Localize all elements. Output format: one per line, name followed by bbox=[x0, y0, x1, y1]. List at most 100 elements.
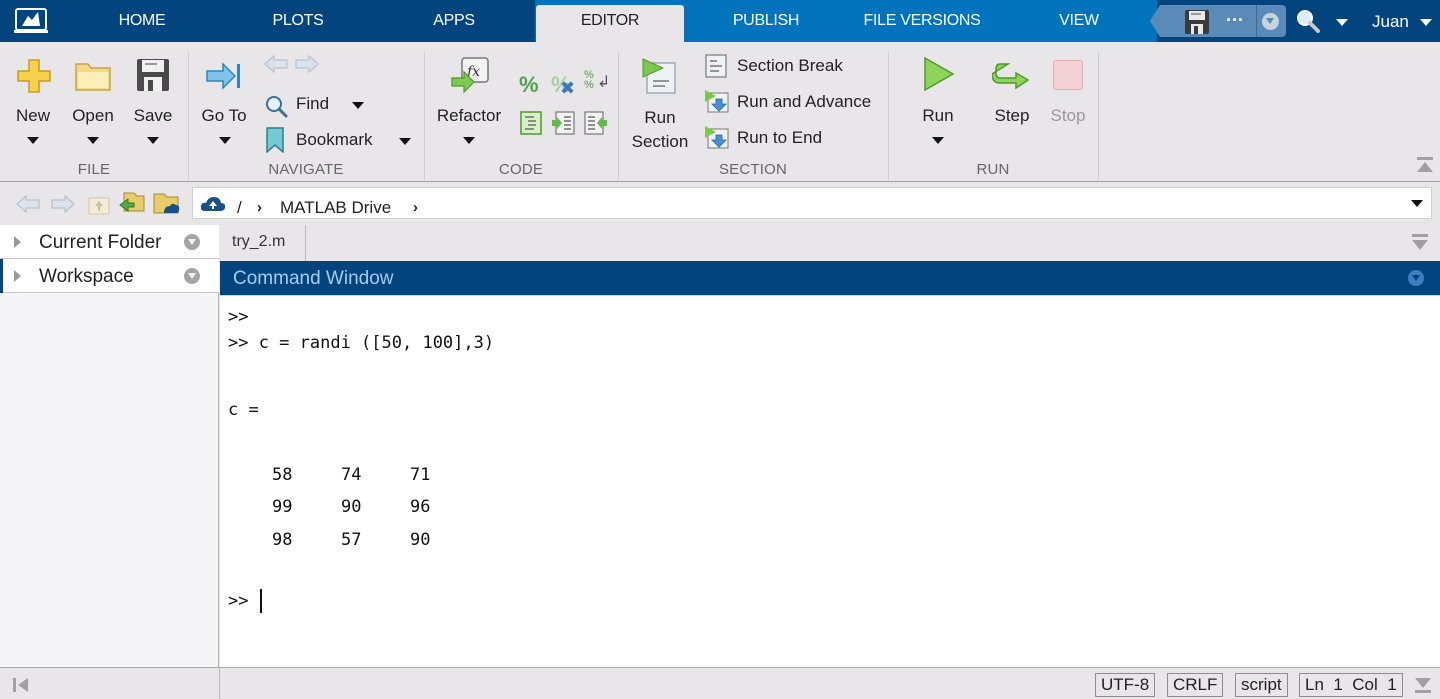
smart-indent-icon[interactable] bbox=[520, 111, 542, 135]
step-icon[interactable] bbox=[992, 60, 1030, 90]
refactor-fx-icon[interactable]: fx bbox=[450, 56, 490, 94]
refactor-button[interactable]: Refactor bbox=[434, 106, 504, 126]
matlab-logo-icon[interactable] bbox=[14, 8, 48, 34]
prompt-line: >> bbox=[228, 307, 249, 327]
run-section-button[interactable]: Run Section bbox=[628, 106, 692, 154]
up-one-level-icon[interactable] bbox=[87, 194, 111, 216]
section-break-icon[interactable] bbox=[705, 54, 727, 78]
tab-editor[interactable]: EDITOR bbox=[536, 5, 684, 42]
editor-tab-try-2[interactable]: try_2.m bbox=[220, 225, 306, 261]
comment-icon[interactable]: % bbox=[519, 72, 539, 98]
matlab-drive-folder-icon[interactable] bbox=[152, 191, 180, 217]
go-to-dropdown-icon[interactable] bbox=[219, 137, 231, 144]
new-button[interactable]: New bbox=[12, 106, 54, 126]
user-menu[interactable]: Juan bbox=[1372, 12, 1409, 32]
go-to-button[interactable]: Go To bbox=[196, 106, 252, 126]
run-section-label-2: Section bbox=[631, 132, 689, 151]
tab-apps[interactable]: APPS bbox=[404, 0, 504, 42]
output-variable-header: c = bbox=[228, 400, 259, 420]
run-dropdown-icon[interactable] bbox=[932, 137, 944, 144]
section-group-label: SECTION bbox=[718, 161, 788, 178]
path-segment-matlab-drive[interactable]: MATLAB Drive bbox=[280, 198, 391, 218]
save-dropdown-icon[interactable] bbox=[147, 137, 159, 144]
command-line: >> c = randi ([50, 100],3) bbox=[228, 333, 495, 353]
tab-plots[interactable]: PLOTS bbox=[248, 0, 348, 42]
section-break-button[interactable]: Section Break bbox=[737, 56, 843, 76]
matrix-cell: 98 bbox=[272, 530, 293, 550]
command-window[interactable]: >> >> c = randi ([50, 100],3) c = 58 74 … bbox=[220, 295, 1440, 667]
bookmark-dropdown-icon[interactable] bbox=[399, 138, 411, 145]
current-folder-path[interactable]: / › MATLAB Drive › bbox=[192, 187, 1432, 219]
forward-arrow-icon[interactable] bbox=[294, 54, 320, 74]
matrix-cell: 90 bbox=[341, 497, 362, 517]
run-to-end-icon[interactable] bbox=[704, 125, 730, 149]
search-dropdown-icon[interactable] bbox=[1336, 19, 1348, 26]
run-play-icon[interactable] bbox=[923, 56, 955, 92]
file-type-indicator[interactable]: script bbox=[1235, 673, 1288, 697]
path-root[interactable]: / bbox=[237, 198, 242, 218]
matrix-cell: 58 bbox=[272, 465, 293, 485]
command-window-options-icon[interactable] bbox=[1408, 270, 1424, 286]
path-history-dropdown-icon[interactable] bbox=[1411, 200, 1423, 207]
tab-menu-icon[interactable] bbox=[1411, 232, 1429, 252]
matrix-cell: 74 bbox=[341, 465, 362, 485]
go-to-icon[interactable] bbox=[205, 62, 243, 90]
save-button[interactable]: Save bbox=[130, 106, 176, 126]
run-and-advance-button[interactable]: Run and Advance bbox=[737, 92, 871, 112]
open-dropdown-icon[interactable] bbox=[87, 137, 99, 144]
step-button[interactable]: Step bbox=[990, 106, 1034, 126]
sidebar-item-workspace[interactable]: Workspace bbox=[0, 259, 219, 293]
collapse-toolstrip-icon[interactable] bbox=[1415, 156, 1435, 174]
folder-forward-icon[interactable] bbox=[50, 194, 76, 214]
new-dropdown-icon[interactable] bbox=[27, 137, 39, 144]
tab-home[interactable]: HOME bbox=[92, 0, 192, 42]
quick-access-options-icon[interactable] bbox=[1262, 13, 1279, 30]
bookmark-button[interactable]: Bookmark bbox=[296, 130, 373, 150]
run-section-label-1: Run bbox=[644, 108, 676, 127]
new-plus-icon[interactable] bbox=[16, 58, 52, 94]
find-button[interactable]: Find bbox=[296, 94, 329, 114]
save-floppy-icon[interactable] bbox=[136, 58, 170, 92]
folder-back-icon[interactable] bbox=[15, 194, 41, 214]
toolstrip-tabs: HOME PLOTS APPS EDITOR PUBLISH FILE VERS… bbox=[0, 0, 1440, 42]
editor-ribbon: New Open Save FILE Go To Find Bookmark N… bbox=[0, 42, 1440, 182]
active-prompt: >> bbox=[228, 591, 249, 611]
decrease-indent-icon[interactable] bbox=[584, 111, 608, 135]
more-actions-icon[interactable]: ··· bbox=[1226, 10, 1244, 31]
wrap-comments-icon[interactable]: %% ↲ bbox=[584, 70, 610, 96]
panel-options-icon[interactable] bbox=[184, 234, 200, 250]
matrix-cell: 96 bbox=[410, 497, 431, 517]
line-ending-indicator[interactable]: CRLF bbox=[1167, 673, 1224, 697]
command-window-header: Command Window bbox=[220, 261, 1440, 295]
expand-status-icon[interactable] bbox=[1414, 676, 1432, 694]
matrix-cell: 99 bbox=[272, 497, 293, 517]
bookmark-icon[interactable] bbox=[265, 127, 285, 153]
collapse-sidebar-icon[interactable] bbox=[12, 676, 30, 694]
save-icon[interactable] bbox=[1184, 9, 1210, 35]
find-dropdown-icon[interactable] bbox=[352, 102, 364, 109]
path-separator-icon[interactable]: › bbox=[413, 199, 418, 216]
run-section-icon[interactable] bbox=[641, 57, 677, 95]
uncomment-icon[interactable]: % ✖ bbox=[551, 72, 577, 98]
expand-icon bbox=[14, 236, 21, 248]
user-dropdown-icon[interactable] bbox=[1420, 19, 1432, 26]
refactor-dropdown-icon[interactable] bbox=[463, 137, 475, 144]
encoding-indicator[interactable]: UTF-8 bbox=[1095, 673, 1156, 697]
tab-file-versions[interactable]: FILE VERSIONS bbox=[852, 0, 992, 42]
tab-publish[interactable]: PUBLISH bbox=[716, 0, 816, 42]
sidebar-item-current-folder[interactable]: Current Folder bbox=[0, 225, 219, 259]
back-arrow-icon[interactable] bbox=[263, 54, 289, 74]
open-button[interactable]: Open bbox=[68, 106, 118, 126]
run-to-end-button[interactable]: Run to End bbox=[737, 128, 822, 148]
browse-folder-icon[interactable] bbox=[118, 191, 146, 217]
panel-options-icon[interactable] bbox=[184, 268, 200, 284]
tab-view[interactable]: VIEW bbox=[1040, 0, 1118, 42]
left-sidebar: Current Folder Workspace bbox=[0, 225, 219, 667]
code-group-label: CODE bbox=[498, 161, 544, 178]
find-magnifier-icon[interactable] bbox=[264, 94, 288, 118]
run-button[interactable]: Run bbox=[916, 106, 960, 126]
open-folder-icon[interactable] bbox=[74, 60, 112, 92]
run-and-advance-icon[interactable] bbox=[704, 89, 730, 113]
search-icon[interactable] bbox=[1296, 9, 1320, 33]
increase-indent-icon[interactable] bbox=[551, 111, 575, 135]
